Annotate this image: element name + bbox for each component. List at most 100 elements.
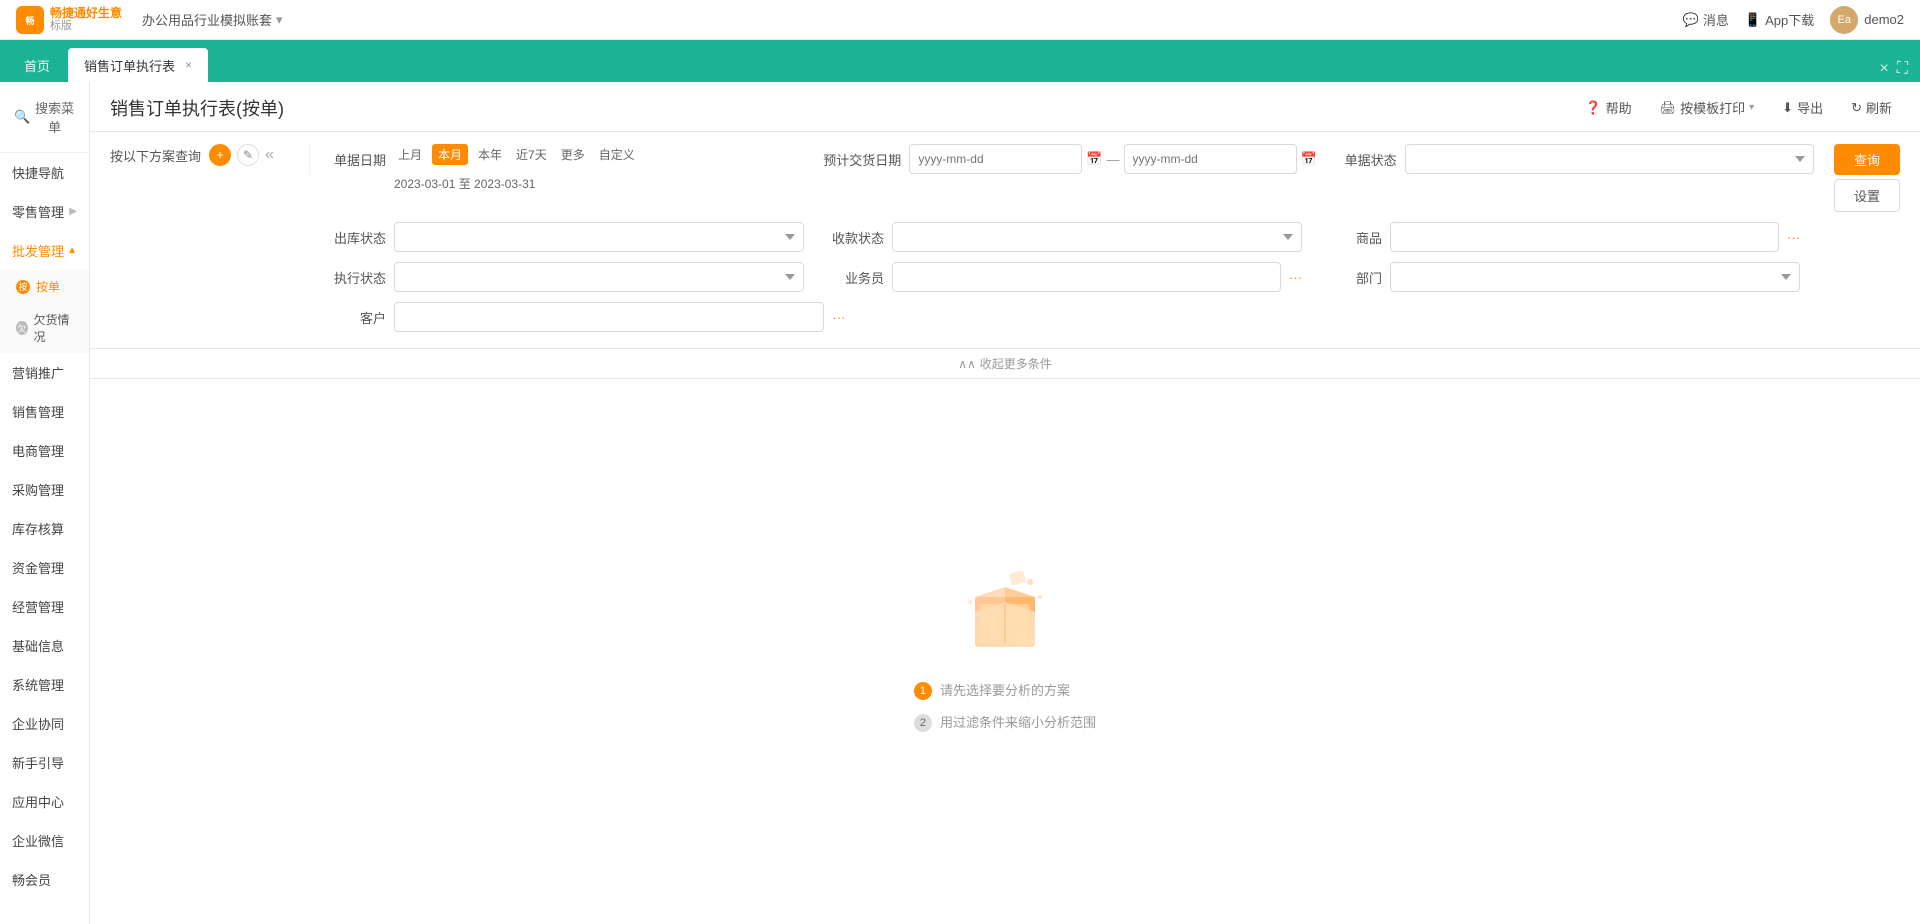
filter-expected-date-range: 📅 — 📅 bbox=[909, 144, 1316, 174]
print-icon: 🖨 bbox=[1660, 100, 1677, 116]
sidebar-subitem-sales-order[interactable]: 按 按单 bbox=[0, 270, 89, 303]
filter-ship-status-group: 出库状态 bbox=[326, 222, 804, 252]
export-button[interactable]: ⬇ 导出 bbox=[1774, 94, 1831, 121]
filter-dept-group: 部门 bbox=[1322, 262, 1800, 292]
sidebar-item-sales-mgmt[interactable]: 销售管理 bbox=[0, 392, 89, 431]
goods-more-icon[interactable]: ··· bbox=[1787, 230, 1800, 245]
sidebar-item-finance[interactable]: 资金管理 bbox=[0, 548, 89, 587]
debt-icon: 欠 bbox=[16, 321, 28, 335]
preset-custom[interactable]: 自定义 bbox=[595, 144, 639, 165]
sidebar-subitem-label-order: 按单 bbox=[36, 278, 60, 295]
logo-area: 畅 畅捷通好生意 标版 bbox=[16, 6, 122, 34]
expected-date-from-calendar-icon[interactable]: 📅 bbox=[1086, 151, 1102, 167]
tip-num-2: 2 bbox=[914, 714, 932, 732]
message-button[interactable]: 💬 消息 bbox=[1683, 10, 1729, 29]
preset-this-year[interactable]: 本年 bbox=[474, 144, 506, 165]
collapse-scheme-button[interactable]: « bbox=[265, 146, 274, 164]
customer-input[interactable] bbox=[394, 302, 824, 332]
preset-this-month[interactable]: 本月 bbox=[432, 144, 468, 165]
sidebar-item-retail-mgmt[interactable]: 零售管理 ▶ bbox=[0, 192, 89, 231]
user-menu[interactable]: Ea demo2 bbox=[1830, 6, 1904, 34]
salesperson-input[interactable] bbox=[892, 262, 1281, 292]
page-title: 销售订单执行表(按单) bbox=[110, 95, 284, 121]
filter-section: 按以下方案查询 + ✎ « bbox=[110, 144, 1900, 336]
sidebar-item-newbie[interactable]: 新手引导 bbox=[0, 743, 89, 782]
filter-scheme-area: 按以下方案查询 + ✎ « bbox=[110, 144, 310, 174]
sidebar-item-member[interactable]: 畅会员 bbox=[0, 860, 89, 899]
sidebar-item-quick-nav[interactable]: 快捷导航 bbox=[0, 153, 89, 192]
main-layout: 🔍 搜索菜单 快捷导航 零售管理 ▶ 批发管理 ▲ 按 按单 欠 欠货情况 bbox=[0, 82, 1920, 924]
settings-button[interactable]: 设置 bbox=[1834, 179, 1900, 212]
sidebar-item-app-center[interactable]: 应用中心 bbox=[0, 782, 89, 821]
sidebar-label-basic-info: 基础信息 bbox=[12, 636, 64, 655]
filter-salesperson-group: 业务员 ··· bbox=[824, 262, 1302, 292]
sidebar-item-operations[interactable]: 经营管理 bbox=[0, 587, 89, 626]
help-icon: ❓ bbox=[1585, 100, 1601, 116]
breadcrumb-chevron-icon[interactable]: ▾ bbox=[276, 12, 283, 28]
dept-select[interactable] bbox=[1390, 262, 1800, 292]
exec-status-select[interactable] bbox=[394, 262, 804, 292]
expected-date-to-calendar-icon[interactable]: 📅 bbox=[1301, 151, 1317, 167]
filter-ship-status-label: 出库状态 bbox=[326, 228, 386, 247]
data-area: 1 请先选择要分析的方案 2 用过滤条件来缩小分析范围 bbox=[90, 379, 1920, 924]
sidebar-item-inventory[interactable]: 库存核算 bbox=[0, 509, 89, 548]
filter-dept-label: 部门 bbox=[1322, 268, 1382, 287]
preset-last-7-days[interactable]: 近7天 bbox=[512, 144, 551, 165]
page-header: 销售订单执行表(按单) ❓ 帮助 🖨 按模板打印 ▾ ⬇ 导出 bbox=[90, 82, 1920, 132]
sidebar-item-wholesale-mgmt[interactable]: 批发管理 ▲ bbox=[0, 231, 89, 270]
user-name: demo2 bbox=[1864, 12, 1904, 27]
preset-more[interactable]: 更多 bbox=[557, 144, 589, 165]
collapse-bar[interactable]: ∧∧ 收起更多条件 bbox=[90, 349, 1920, 379]
content-area: 销售订单执行表(按单) ❓ 帮助 🖨 按模板打印 ▾ ⬇ 导出 bbox=[90, 82, 1920, 924]
sidebar-label-newbie: 新手引导 bbox=[12, 753, 64, 772]
ship-status-select[interactable] bbox=[394, 222, 804, 252]
goods-input[interactable] bbox=[1390, 222, 1779, 252]
tab-close-all-icon[interactable]: × bbox=[1879, 60, 1888, 78]
date-range-display: 2023-03-01 至 2023-03-31 bbox=[394, 175, 803, 192]
sidebar-search-button[interactable]: 🔍 搜索菜单 bbox=[8, 92, 81, 142]
tab-sales-order[interactable]: 销售订单执行表 × bbox=[68, 48, 208, 82]
sidebar-item-system[interactable]: 系统管理 bbox=[0, 665, 89, 704]
add-scheme-button[interactable]: + bbox=[209, 144, 231, 166]
filter-date-label: 单据日期 bbox=[326, 144, 386, 169]
filter-scheme-label: 按以下方案查询 bbox=[110, 146, 201, 165]
sidebar-label-wholesale: 批发管理 bbox=[12, 241, 64, 260]
sidebar-item-marketing[interactable]: 营销推广 bbox=[0, 353, 89, 392]
top-bar-left: 畅 畅捷通好生意 标版 办公用品行业模拟账套 ▾ bbox=[16, 6, 283, 34]
tab-close-icon[interactable]: × bbox=[185, 58, 192, 72]
export-label: 导出 bbox=[1797, 98, 1823, 117]
app-download-button[interactable]: 📱 App下载 bbox=[1745, 10, 1814, 29]
filter-goods-group: 商品 ··· bbox=[1322, 222, 1800, 252]
logo-main-text: 畅捷通好生意 bbox=[50, 6, 122, 20]
home-tab-label: 首页 bbox=[24, 56, 50, 75]
sidebar-item-purchase[interactable]: 采购管理 bbox=[0, 470, 89, 509]
sidebar-label-ecommerce: 电商管理 bbox=[12, 441, 64, 460]
sidebar-item-enterprise[interactable]: 企业协同 bbox=[0, 704, 89, 743]
filter-doc-status-group: 单据状态 bbox=[1337, 144, 1814, 174]
sidebar-item-ecommerce[interactable]: 电商管理 bbox=[0, 431, 89, 470]
sidebar-item-corp-wechat[interactable]: 企业微信 bbox=[0, 821, 89, 860]
payment-status-select[interactable] bbox=[892, 222, 1302, 252]
tab-fullscreen-icon[interactable]: ⛶ bbox=[1897, 60, 1908, 78]
export-icon: ⬇ bbox=[1782, 100, 1793, 116]
preset-last-month[interactable]: 上月 bbox=[394, 144, 426, 165]
help-button[interactable]: ❓ 帮助 bbox=[1577, 94, 1639, 121]
doc-status-select[interactable] bbox=[1405, 144, 1814, 174]
page-header-top: 销售订单执行表(按单) ❓ 帮助 🖨 按模板打印 ▾ ⬇ 导出 bbox=[110, 94, 1900, 131]
filter-panel: 按以下方案查询 + ✎ « bbox=[90, 132, 1920, 349]
filter-scheme-title: 按以下方案查询 + ✎ « bbox=[110, 144, 297, 166]
expected-date-from-input[interactable] bbox=[909, 144, 1082, 174]
customer-more-icon[interactable]: ··· bbox=[832, 310, 845, 325]
tab-home[interactable]: 首页 bbox=[8, 48, 66, 82]
edit-scheme-button[interactable]: ✎ bbox=[237, 144, 259, 166]
print-button[interactable]: 🖨 按模板打印 ▾ bbox=[1652, 94, 1763, 121]
refresh-button[interactable]: ↻ 刷新 bbox=[1843, 94, 1900, 121]
svg-text:畅: 畅 bbox=[25, 15, 34, 26]
search-button[interactable]: 查询 bbox=[1834, 144, 1900, 175]
tab-bar: 首页 销售订单执行表 × × ⛶ bbox=[0, 40, 1920, 82]
sidebar-subitem-debt[interactable]: 欠 欠货情况 bbox=[0, 303, 89, 353]
expected-date-to-input[interactable] bbox=[1124, 144, 1297, 174]
sidebar-item-basic-info[interactable]: 基础信息 bbox=[0, 626, 89, 665]
salesperson-more-icon[interactable]: ··· bbox=[1289, 270, 1302, 285]
filter-date-group: 单据日期 上月 本月 本年 近7天 更多 自定义 20 bbox=[326, 144, 803, 192]
